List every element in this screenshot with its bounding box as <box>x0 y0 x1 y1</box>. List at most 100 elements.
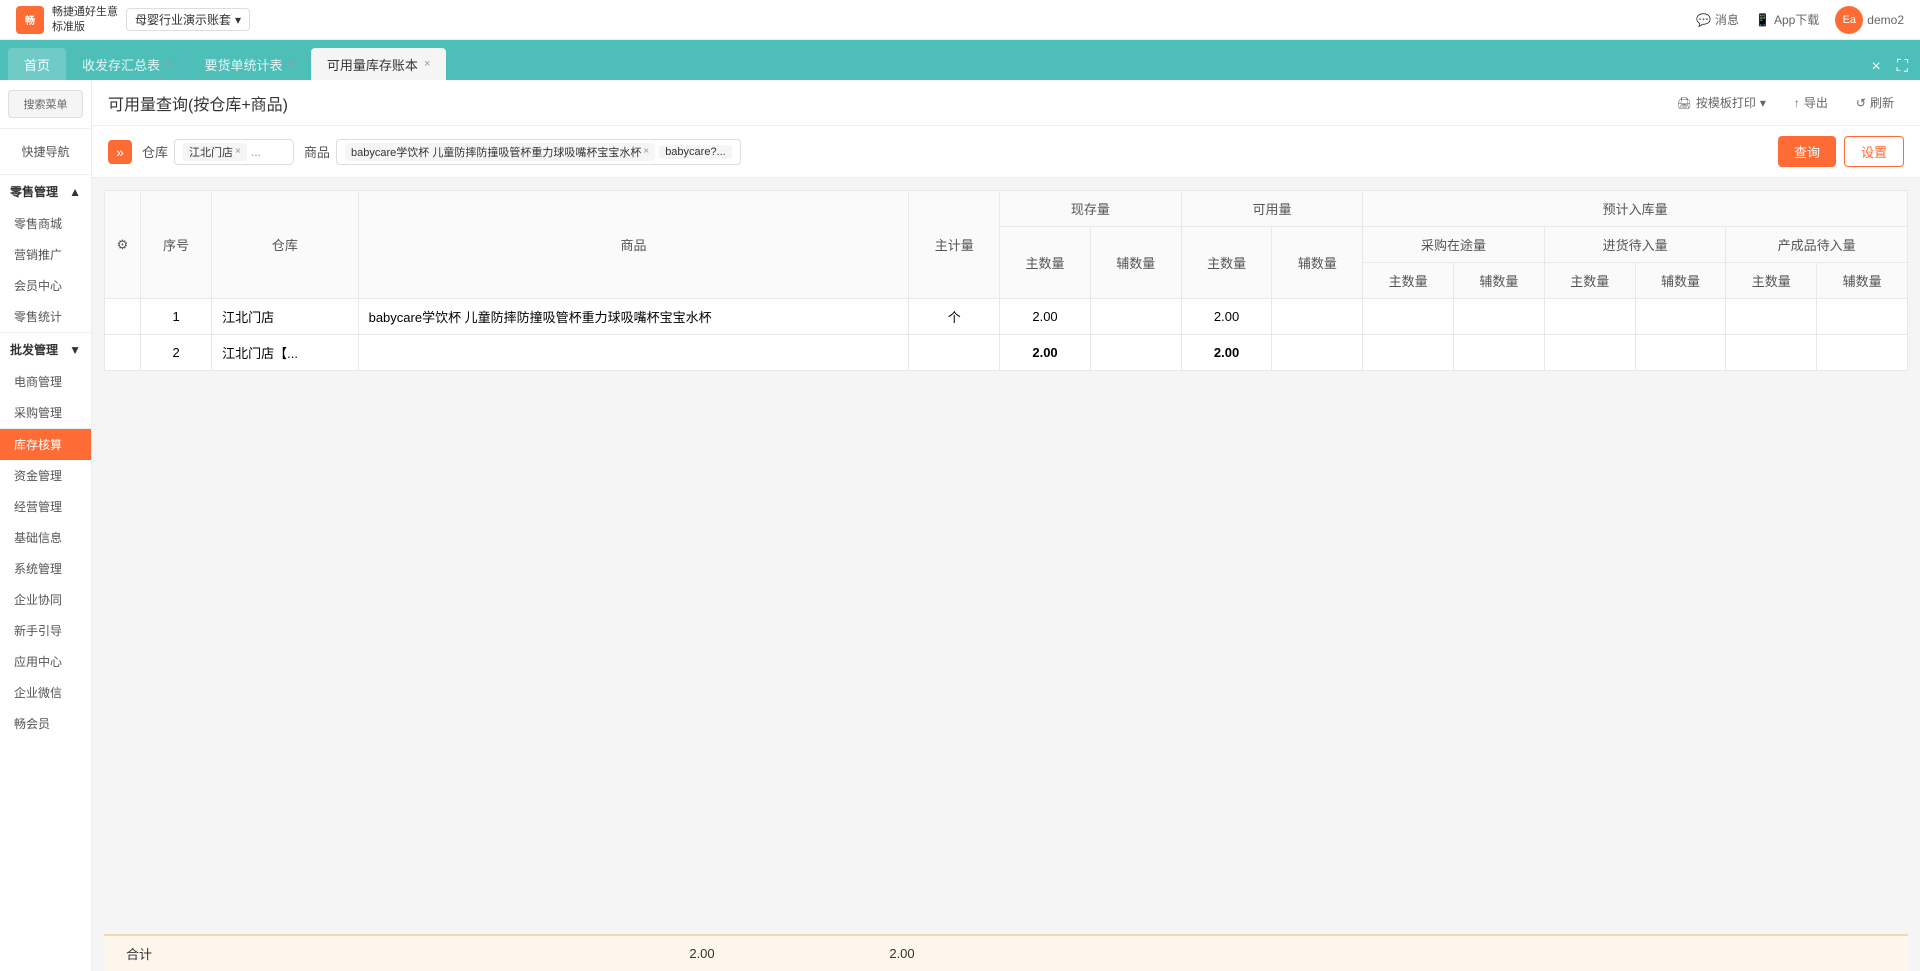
top-bar-right: 💬 消息 📱 App下载 Ea demo2 <box>1696 6 1904 34</box>
row1-warehouse: 江北门店 <box>212 299 358 335</box>
product-filter-box[interactable]: babycare学饮杯 儿童防摔防撞吸管杯重力球吸嘴杯宝宝水杯 × babyca… <box>336 139 741 165</box>
tab-order-stats[interactable]: 要货单统计表 × <box>188 48 310 80</box>
app-download-btn[interactable]: 📱 App下载 <box>1755 11 1819 28</box>
sidebar-item-ecommerce[interactable]: 电商管理 <box>0 366 91 397</box>
tab-receipt-summary[interactable]: 收发存汇总表 × <box>66 48 188 80</box>
footer-label: 合计 <box>116 944 652 963</box>
row2-available-aux <box>1272 335 1363 371</box>
table-row: 2 江北门店【... 2.00 2.00 <box>105 335 1908 371</box>
chevron-up-icon: ▲ <box>69 185 81 199</box>
sidebar-item-newguide[interactable]: 新手引导 <box>0 615 91 646</box>
row1-production-aux <box>1817 299 1908 335</box>
filter-expand-btn[interactable]: » <box>108 140 132 164</box>
sidebar-item-procurement[interactable]: 采购管理 <box>0 397 91 428</box>
warehouse-filter-box[interactable]: 江北门店 × ... <box>174 139 294 165</box>
th-no: 序号 <box>141 191 212 299</box>
sidebar-section-wholesale: 批发管理 ▼ 电商管理 采购管理 <box>0 333 91 429</box>
sidebar-section-wholesale-header[interactable]: 批发管理 ▼ <box>0 333 91 366</box>
row1-available-main: 2.00 <box>1181 299 1272 335</box>
search-menu-btn[interactable]: 搜索菜单 <box>8 90 83 118</box>
row2-production-aux <box>1817 335 1908 371</box>
sidebar-item-retail-stats[interactable]: 零售统计 <box>0 301 91 332</box>
tab-close-available[interactable]: × <box>424 58 430 70</box>
footer-current-main: 2.00 <box>652 946 752 961</box>
sidebar-item-members[interactable]: 会员中心 <box>0 270 91 301</box>
refresh-btn[interactable]: ↺ 刷新 <box>1846 90 1904 115</box>
row2-product <box>358 335 909 371</box>
sidebar-item-appstore[interactable]: 应用中心 <box>0 646 91 677</box>
tab-close-receipt[interactable]: × <box>166 58 172 70</box>
sidebar-item-finance[interactable]: 资金管理 <box>0 460 91 491</box>
sidebar-item-basic[interactable]: 基础信息 <box>0 522 91 553</box>
th-current-stock-group: 现存量 <box>1000 191 1182 227</box>
sidebar-item-inventory[interactable]: 库存核算 <box>0 429 91 460</box>
export-btn[interactable]: ↑ 导出 <box>1784 90 1838 115</box>
th-settings[interactable]: ⚙ <box>105 191 141 299</box>
logo-icon: 畅 <box>16 6 44 34</box>
product-tag-1[interactable]: babycare学饮杯 儿童防摔防撞吸管杯重力球吸嘴杯宝宝水杯 × <box>345 143 655 161</box>
sidebar-item-wxwork[interactable]: 企业微信 <box>0 677 91 708</box>
row1-no: 1 <box>141 299 212 335</box>
available-stock-label: 可用量库存账本 <box>327 55 418 74</box>
export-icon: ↑ <box>1794 96 1800 110</box>
row2-procurement-aux <box>1454 335 1545 371</box>
th-current-aux: 辅数量 <box>1090 227 1181 299</box>
warehouse-filter-group: 仓库 江北门店 × ... <box>142 139 294 165</box>
sidebar-item-quicknav[interactable]: 快捷导航 <box>0 135 91 168</box>
row2-production-main <box>1726 335 1817 371</box>
th-procurement-main: 主数量 <box>1363 263 1454 299</box>
row1-unit: 个 <box>909 299 1000 335</box>
row1-current-aux <box>1090 299 1181 335</box>
warehouse-tag-close[interactable]: × <box>235 146 241 157</box>
row2-intransit-main <box>1544 335 1635 371</box>
print-icon: 🖨 <box>1677 96 1692 110</box>
settings-btn[interactable]: 设置 <box>1844 136 1904 167</box>
sidebar-item-marketing[interactable]: 营销推广 <box>0 239 91 270</box>
tab-home[interactable]: 首页 <box>8 48 66 80</box>
th-intransit-main: 主数量 <box>1544 263 1635 299</box>
warehouse-more-btn[interactable]: ... <box>251 145 261 159</box>
order-stats-label: 要货单统计表 <box>204 55 282 74</box>
product-label: 商品 <box>304 142 330 161</box>
th-procurement-aux: 辅数量 <box>1454 263 1545 299</box>
tab-available-stock[interactable]: 可用量库存账本 × <box>311 48 446 80</box>
sidebar-item-system[interactable]: 系统管理 <box>0 553 91 584</box>
sidebar-quick-nav: 快捷导航 <box>0 129 91 175</box>
sidebar-item-enterprise[interactable]: 企业协同 <box>0 584 91 615</box>
filter-bar: » 仓库 江北门店 × ... 商品 babycare学饮杯 儿童防摔防撞吸管杯… <box>92 126 1920 178</box>
row1-product: babycare学饮杯 儿童防摔防撞吸管杯重力球吸嘴杯宝宝水杯 <box>358 299 909 335</box>
row2-current-aux <box>1090 335 1181 371</box>
row1-intransit-aux <box>1635 299 1726 335</box>
table-container[interactable]: ⚙ 序号 仓库 商品 主计量 现存量 可用量 预计入库量 主数量 辅数量 主数量 <box>92 178 1920 934</box>
warehouse-tag-1[interactable]: 江北门店 × <box>183 143 247 161</box>
th-unit: 主计量 <box>909 191 1000 299</box>
sidebar-item-vip[interactable]: 畅会员 <box>0 708 91 739</box>
app-icon: 📱 <box>1755 13 1770 27</box>
print-btn[interactable]: 🖨 按模板打印 ▾ <box>1667 90 1776 115</box>
home-tab-label: 首页 <box>24 55 50 74</box>
fullscreen-btn[interactable]: ⛶ <box>1893 54 1912 80</box>
sidebar-item-retail-mall[interactable]: 零售商城 <box>0 208 91 239</box>
th-intransit-aux: 辅数量 <box>1635 263 1726 299</box>
th-available-aux: 辅数量 <box>1272 227 1363 299</box>
th-intransit-group: 进货待入量 <box>1544 227 1726 263</box>
filter-actions: 查询 设置 <box>1778 136 1904 167</box>
message-btn[interactable]: 💬 消息 <box>1696 11 1739 28</box>
industry-select[interactable]: 母婴行业演示账套 ▾ <box>126 8 250 31</box>
row1-procurement-aux <box>1454 299 1545 335</box>
message-icon: 💬 <box>1696 13 1711 27</box>
sidebar-section-retail-header[interactable]: 零售管理 ▲ <box>0 175 91 208</box>
th-available-main: 主数量 <box>1181 227 1272 299</box>
settings-gear-icon: ⚙ <box>117 237 129 252</box>
table-row: 1 江北门店 babycare学饮杯 儿童防摔防撞吸管杯重力球吸嘴杯宝宝水杯 个… <box>105 299 1908 335</box>
query-btn[interactable]: 查询 <box>1778 136 1836 167</box>
th-available-group: 可用量 <box>1181 191 1363 227</box>
tab-close-order[interactable]: × <box>288 58 294 70</box>
product-tag-1-close[interactable]: × <box>643 146 649 157</box>
user-profile[interactable]: Ea demo2 <box>1835 6 1904 34</box>
product-tag-2[interactable]: babycare?... <box>659 145 732 159</box>
main-layout: 搜索菜单 快捷导航 零售管理 ▲ 零售商城 营销推广 会员中心 零售统计 批发管… <box>0 80 1920 971</box>
sidebar-item-operations[interactable]: 经营管理 <box>0 491 91 522</box>
close-all-tabs-btn[interactable]: × <box>1867 54 1884 80</box>
row1-current-main: 2.00 <box>1000 299 1091 335</box>
